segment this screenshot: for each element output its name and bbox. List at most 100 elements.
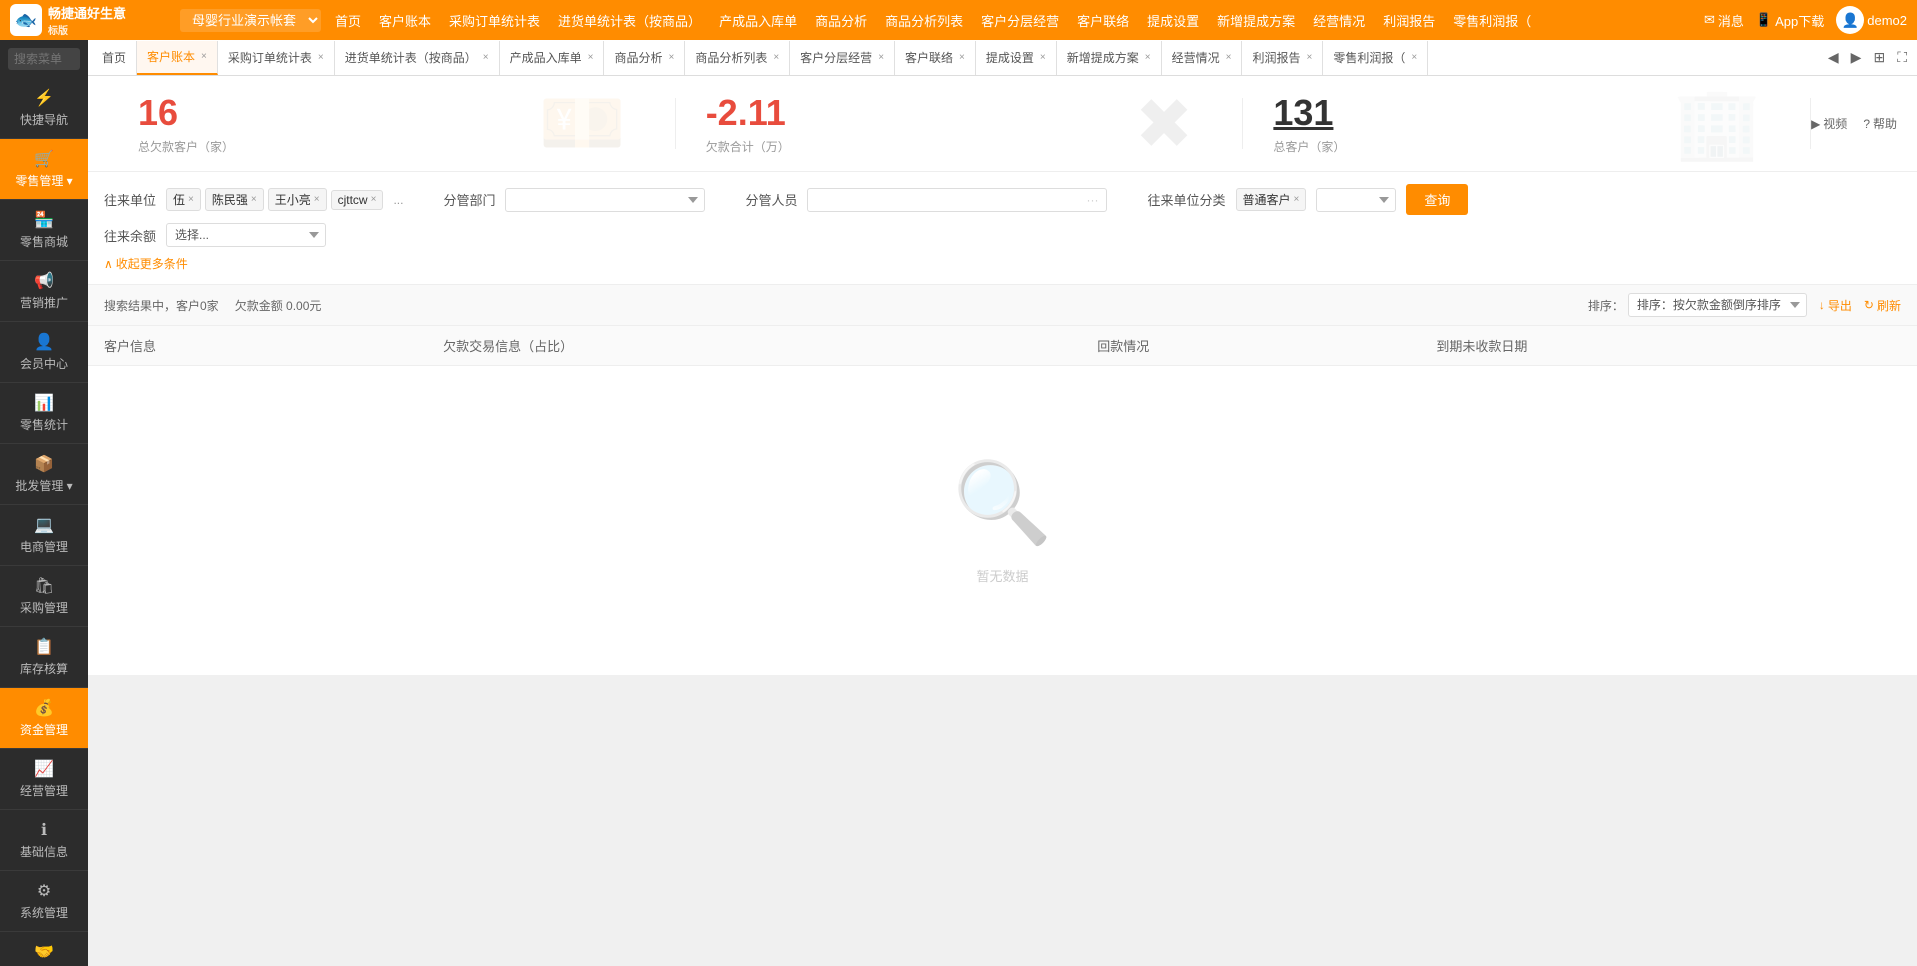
tab-客户联络[interactable]: 客户联络×	[895, 41, 976, 75]
logo-icon: 🐟	[10, 4, 42, 36]
tab-next-btn[interactable]: ▶	[1845, 49, 1868, 66]
category-select[interactable]	[1316, 188, 1396, 212]
tab-新增提成方案[interactable]: 新增提成方案×	[1057, 41, 1162, 75]
top-nav-item-产成品入库单[interactable]: 产成品入库单	[713, 9, 803, 32]
tag-remove-王小亮[interactable]: ×	[314, 194, 320, 205]
sidebar-item-系统管理[interactable]: ⚙系统管理	[0, 871, 88, 932]
tab-客户账本[interactable]: 客户账本×	[137, 41, 218, 75]
sidebar-item-零售商城[interactable]: 🏪零售商城	[0, 200, 88, 261]
tab-close-新增提成方案[interactable]: ×	[1145, 52, 1151, 63]
sort-wrap: 排序： 排序：按欠款金额倒序排序	[1588, 293, 1807, 317]
sidebar-item-基础信息[interactable]: ℹ基础信息	[0, 810, 88, 871]
balance-select[interactable]: 选择...	[166, 223, 326, 247]
sidebar-item-零售统计[interactable]: 📊零售统计	[0, 383, 88, 444]
tab-close-利润报告[interactable]: ×	[1306, 52, 1312, 63]
tab-商品分析[interactable]: 商品分析×	[604, 41, 685, 75]
sidebar-item-采购管理[interactable]: 🛍采购管理	[0, 566, 88, 627]
tag-remove-cjttcw[interactable]: ×	[371, 194, 377, 205]
tab-close-经营情况[interactable]: ×	[1226, 52, 1232, 63]
top-nav-item-利润报告[interactable]: 利润报告	[1377, 9, 1441, 32]
sort-select[interactable]: 排序：按欠款金额倒序排序	[1628, 293, 1807, 317]
tab-首页[interactable]: 首页	[92, 41, 137, 75]
top-nav-item-首页[interactable]: 首页	[329, 9, 367, 32]
tab-客户分层经营[interactable]: 客户分层经营×	[790, 41, 895, 75]
tab-零售利润报（[interactable]: 零售利润报（×	[1323, 41, 1428, 75]
top-nav-item-采购订单统计表[interactable]: 采购订单统计表	[443, 9, 546, 32]
sidebar-item-库存核算[interactable]: 📋库存核算	[0, 627, 88, 688]
app-download-btn[interactable]: 📱 App下载	[1756, 11, 1824, 30]
col-header-到期未收款日期: 到期未收款日期	[1420, 326, 1917, 366]
top-nav-item-经营情况[interactable]: 经营情况	[1307, 9, 1371, 32]
tab-提成设置[interactable]: 提成设置×	[976, 41, 1057, 75]
sidebar-search-input[interactable]	[8, 48, 80, 70]
message-btn[interactable]: ✉ 消息	[1704, 11, 1744, 30]
export-btn[interactable]: ↓ 导出	[1819, 297, 1852, 314]
query-button[interactable]: 查询	[1406, 184, 1468, 215]
tab-fullscreen-btn[interactable]: ⛶	[1891, 49, 1913, 66]
sidebar-item-资金管理[interactable]: 💰资金管理	[0, 688, 88, 749]
refresh-btn[interactable]: ↻ 刷新	[1864, 297, 1901, 314]
tag-remove-陈民强[interactable]: ×	[251, 194, 257, 205]
tag-remove-普通客户[interactable]: ×	[1294, 194, 1300, 205]
sidebar-icon: 💰	[0, 698, 88, 718]
sidebar-item-批发管理[interactable]: 📦 批发管理 ▾	[0, 444, 88, 505]
unit-tags: 伍×陈民强×王小亮×cjttcw×	[166, 188, 383, 211]
tab-进货单统计表（按商品）[interactable]: 进货单统计表（按商品）×	[335, 41, 500, 75]
stat-block-total: 131 总客户（家） 🏢	[1243, 92, 1811, 155]
sidebar-item-会员中心[interactable]: 👤会员中心	[0, 322, 88, 383]
tab-利润报告[interactable]: 利润报告×	[1242, 41, 1323, 75]
sidebar-label: 批发管理 ▾	[0, 477, 88, 494]
table-body: 🔍 暂无数据	[88, 366, 1917, 676]
top-nav-item-客户联络[interactable]: 客户联络	[1071, 9, 1135, 32]
tab-close-采购订单统计表[interactable]: ×	[318, 52, 324, 63]
account-selector[interactable]: 母婴行业演示帐套	[180, 9, 321, 32]
top-nav-item-零售利润报（[interactable]: 零售利润报（	[1447, 9, 1537, 32]
more-tags-btn[interactable]: ...	[393, 193, 403, 207]
sidebar-item-营销推广[interactable]: 📢营销推广	[0, 261, 88, 322]
result-bar-right: 排序： 排序：按欠款金额倒序排序 ↓ 导出 ↻	[1588, 293, 1901, 317]
tab-close-客户账本[interactable]: ×	[201, 51, 207, 62]
tab-商品分析列表[interactable]: 商品分析列表×	[685, 41, 790, 75]
person-input[interactable]: ···	[807, 188, 1107, 212]
tab-close-提成设置[interactable]: ×	[1040, 52, 1046, 63]
user-avatar[interactable]: 👤 demo2	[1836, 6, 1907, 34]
sidebar-item-快捷导航[interactable]: ⚡快捷导航	[0, 78, 88, 139]
sidebar-item-电商管理[interactable]: 💻电商管理	[0, 505, 88, 566]
video-btn[interactable]: ▶ 视频	[1811, 115, 1847, 132]
sidebar-label: 库存核算	[0, 660, 88, 677]
tab-close-零售利润报（[interactable]: ×	[1411, 52, 1417, 63]
collapse-row: ∧ 收起更多条件	[104, 255, 1901, 272]
tab-close-商品分析[interactable]: ×	[668, 52, 674, 63]
app-title: 畅捷通好生意	[48, 3, 126, 22]
tag-remove-伍[interactable]: ×	[188, 194, 194, 205]
help-btn[interactable]: ? 帮助	[1863, 115, 1897, 132]
top-nav-item-新增提成方案[interactable]: 新增提成方案	[1211, 9, 1301, 32]
top-nav-item-客户账本[interactable]: 客户账本	[373, 9, 437, 32]
tab-prev-btn[interactable]: ◀	[1822, 49, 1845, 66]
sidebar-item-经营管理[interactable]: 📈经营管理	[0, 749, 88, 810]
tab-close-进货单统计表（按商品）[interactable]: ×	[483, 52, 489, 63]
sidebar-item-零售管理[interactable]: 🛒零售管理 ▾	[0, 139, 88, 200]
tab-close-客户分层经营[interactable]: ×	[878, 52, 884, 63]
tab-close-客户联络[interactable]: ×	[959, 52, 965, 63]
top-nav-item-客户分层经营[interactable]: 客户分层经营	[975, 9, 1065, 32]
tag-label: 王小亮	[275, 191, 311, 208]
dept-select[interactable]	[505, 188, 705, 212]
sidebar-item-企业协同[interactable]: 🤝企业协同	[0, 932, 88, 966]
tab-close-商品分析列表[interactable]: ×	[773, 52, 779, 63]
stat-bg-total: 🏢	[1674, 83, 1761, 165]
download-icon: 📱	[1756, 12, 1772, 28]
top-nav-item-商品分析列表[interactable]: 商品分析列表	[879, 9, 969, 32]
tab-经营情况[interactable]: 经营情况×	[1162, 41, 1243, 75]
tab-采购订单统计表[interactable]: 采购订单统计表×	[218, 41, 335, 75]
tab-产成品入库单[interactable]: 产成品入库单×	[500, 41, 605, 75]
app-subtitle: 标版	[48, 22, 126, 37]
top-nav-item-进货单统计表（按商品）[interactable]: 进货单统计表（按商品）	[552, 9, 707, 32]
tab-expand-btn[interactable]: ⊞	[1867, 49, 1891, 66]
tab-close-产成品入库单[interactable]: ×	[588, 52, 594, 63]
top-nav-item-提成设置[interactable]: 提成设置	[1141, 9, 1205, 32]
top-nav-item-商品分析[interactable]: 商品分析	[809, 9, 873, 32]
sidebar-icon: 📦	[0, 454, 88, 474]
table-head: 客户信息欠款交易信息（占比）回款情况到期未收款日期	[88, 326, 1917, 366]
collapse-btn[interactable]: ∧ 收起更多条件	[104, 255, 1901, 272]
